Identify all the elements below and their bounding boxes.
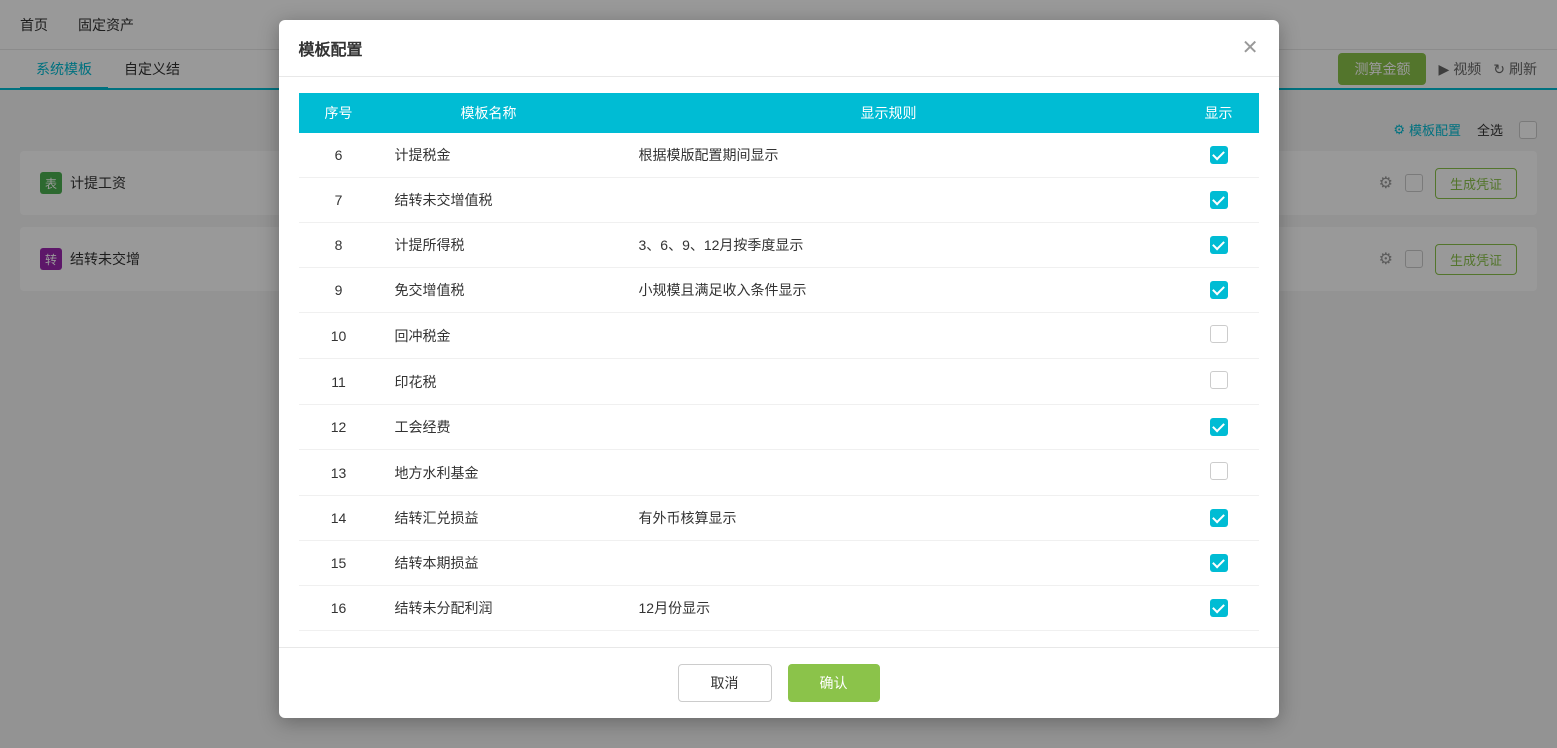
row-id: 10 <box>299 313 379 359</box>
modal-body: 序号 模板名称 显示规则 显示 6计提税金根据模版配置期间显示7结转未交增值税8… <box>279 77 1279 647</box>
table-row: 13地方水利基金 <box>299 450 1259 496</box>
row-checkbox-cell <box>1179 405 1259 450</box>
table-row: 15结转本期损益 <box>299 541 1259 586</box>
table-row: 14结转汇兑损益有外币核算显示 <box>299 496 1259 541</box>
row-rule: 3、6、9、12月按季度显示 <box>599 223 1179 268</box>
row-name: 结转汇兑损益 <box>379 496 599 541</box>
row-checkbox-cell <box>1179 313 1259 359</box>
col-header-show: 显示 <box>1179 93 1259 133</box>
row-checkbox-cell <box>1179 541 1259 586</box>
row-checkbox[interactable] <box>1210 462 1228 480</box>
table-row: 11印花税 <box>299 359 1259 405</box>
row-rule <box>599 313 1179 359</box>
modal-title: 模板配置 <box>299 36 363 60</box>
row-checkbox[interactable] <box>1210 599 1228 617</box>
modal-footer: 取消 确认 <box>279 647 1279 718</box>
row-checkbox[interactable] <box>1210 281 1228 299</box>
cancel-button[interactable]: 取消 <box>678 664 772 702</box>
row-name: 结转未分配利润 <box>379 586 599 631</box>
row-rule: 有外币核算显示 <box>599 496 1179 541</box>
col-header-id: 序号 <box>299 93 379 133</box>
table-row: 12工会经费 <box>299 405 1259 450</box>
row-checkbox[interactable] <box>1210 325 1228 343</box>
row-id: 6 <box>299 133 379 178</box>
row-rule <box>599 541 1179 586</box>
row-checkbox-cell <box>1179 223 1259 268</box>
row-checkbox[interactable] <box>1210 146 1228 164</box>
modal-close-button[interactable]: ✕ <box>1242 38 1259 58</box>
row-checkbox[interactable] <box>1210 418 1228 436</box>
confirm-button[interactable]: 确认 <box>788 664 880 702</box>
row-checkbox[interactable] <box>1210 509 1228 527</box>
row-rule: 12月份显示 <box>599 586 1179 631</box>
row-rule <box>599 450 1179 496</box>
row-rule: 小规模且满足收入条件显示 <box>599 268 1179 313</box>
col-header-rule: 显示规则 <box>599 93 1179 133</box>
row-id: 8 <box>299 223 379 268</box>
table-row: 10回冲税金 <box>299 313 1259 359</box>
row-id: 16 <box>299 586 379 631</box>
row-checkbox[interactable] <box>1210 191 1228 209</box>
template-config-modal: 模板配置 ✕ 序号 模板名称 显示规则 显示 6计提税金根据模版配置期间显示7结… <box>279 20 1279 718</box>
row-checkbox[interactable] <box>1210 554 1228 572</box>
row-id: 13 <box>299 450 379 496</box>
table-row: 8计提所得税3、6、9、12月按季度显示 <box>299 223 1259 268</box>
row-name: 工会经费 <box>379 405 599 450</box>
table-row: 16结转未分配利润12月份显示 <box>299 586 1259 631</box>
row-rule: 根据模版配置期间显示 <box>599 133 1179 178</box>
row-id: 11 <box>299 359 379 405</box>
config-table: 序号 模板名称 显示规则 显示 6计提税金根据模版配置期间显示7结转未交增值税8… <box>299 93 1259 631</box>
row-rule <box>599 178 1179 223</box>
row-name: 结转本期损益 <box>379 541 599 586</box>
row-name: 回冲税金 <box>379 313 599 359</box>
row-id: 15 <box>299 541 379 586</box>
row-checkbox[interactable] <box>1210 371 1228 389</box>
row-name: 印花税 <box>379 359 599 405</box>
col-header-name: 模板名称 <box>379 93 599 133</box>
row-checkbox[interactable] <box>1210 236 1228 254</box>
row-name: 结转未交增值税 <box>379 178 599 223</box>
modal-header: 模板配置 ✕ <box>279 20 1279 77</box>
row-checkbox-cell <box>1179 359 1259 405</box>
row-name: 计提税金 <box>379 133 599 178</box>
table-row: 7结转未交增值税 <box>299 178 1259 223</box>
row-checkbox-cell <box>1179 178 1259 223</box>
row-checkbox-cell <box>1179 450 1259 496</box>
row-id: 7 <box>299 178 379 223</box>
row-name: 免交增值税 <box>379 268 599 313</box>
row-rule <box>599 405 1179 450</box>
row-id: 9 <box>299 268 379 313</box>
table-row: 6计提税金根据模版配置期间显示 <box>299 133 1259 178</box>
table-row: 9免交增值税小规模且满足收入条件显示 <box>299 268 1259 313</box>
row-checkbox-cell <box>1179 133 1259 178</box>
row-checkbox-cell <box>1179 496 1259 541</box>
row-checkbox-cell <box>1179 586 1259 631</box>
row-id: 14 <box>299 496 379 541</box>
row-checkbox-cell <box>1179 268 1259 313</box>
row-rule <box>599 359 1179 405</box>
modal-overlay: 模板配置 ✕ 序号 模板名称 显示规则 显示 6计提税金根据模版配置期间显示7结… <box>0 0 1557 748</box>
row-name: 地方水利基金 <box>379 450 599 496</box>
row-id: 12 <box>299 405 379 450</box>
row-name: 计提所得税 <box>379 223 599 268</box>
